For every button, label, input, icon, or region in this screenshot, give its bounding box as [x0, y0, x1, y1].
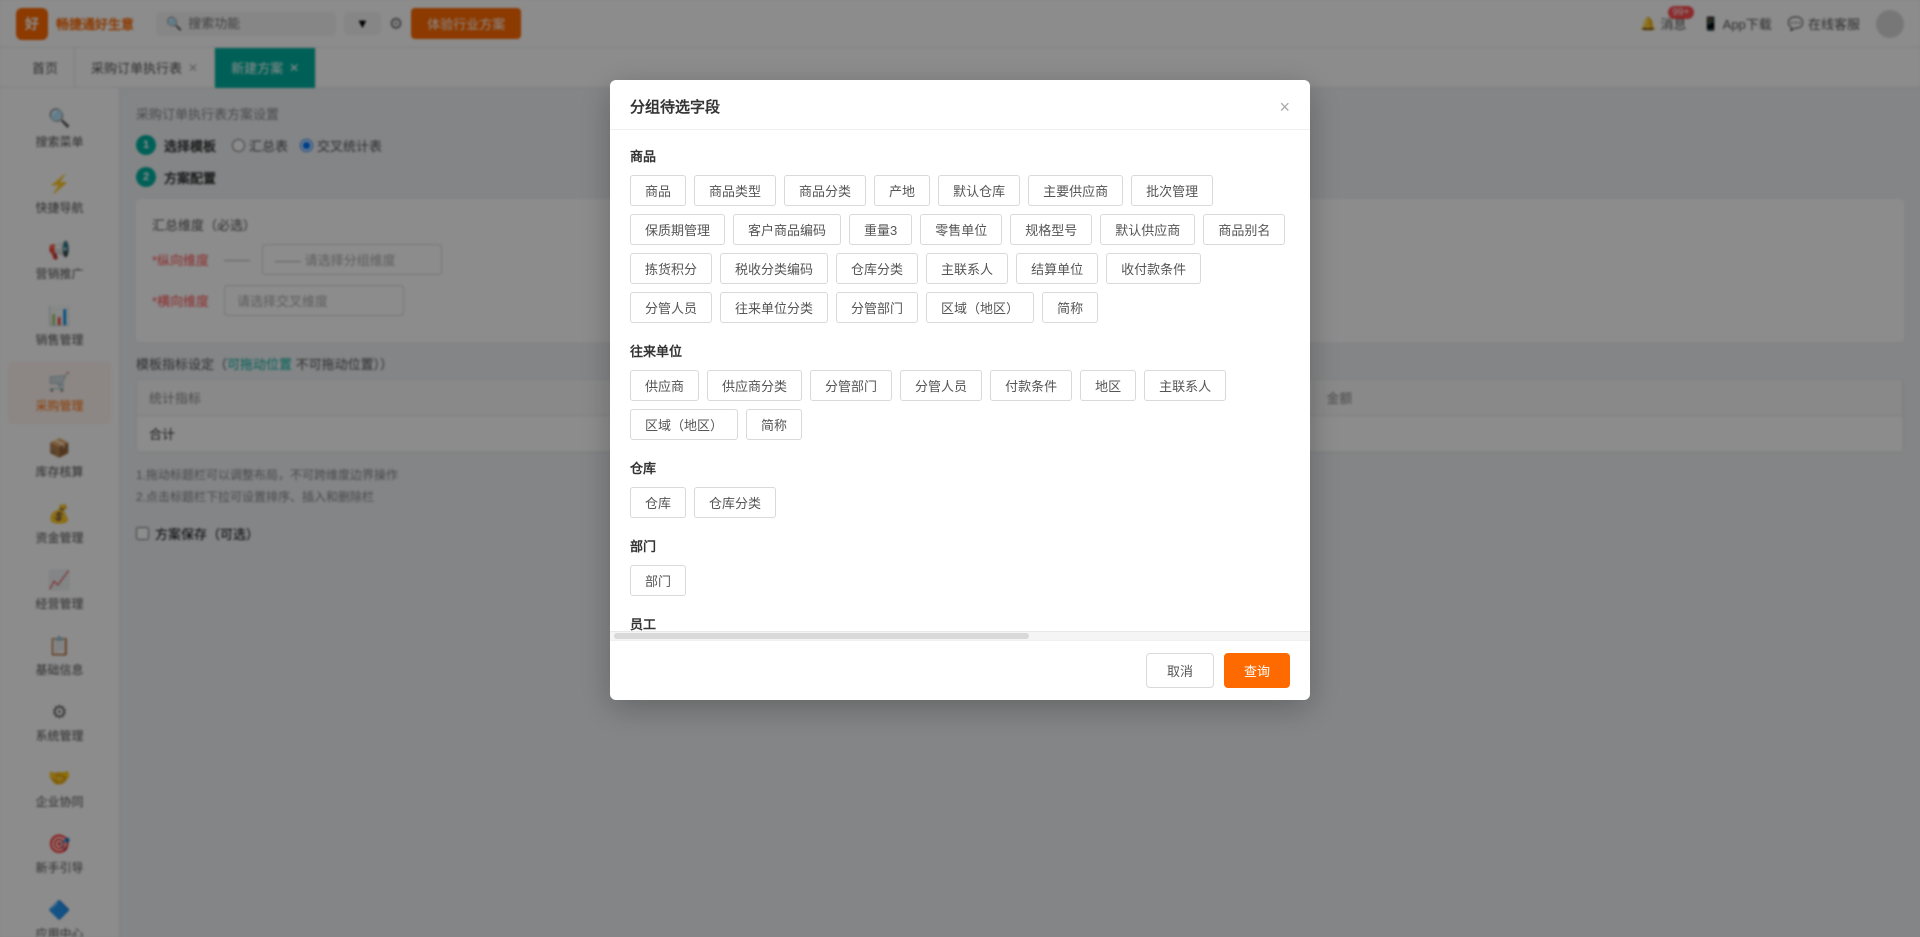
field-tag-0-0[interactable]: 商品	[630, 175, 686, 206]
modal-scroll-bottom	[610, 631, 1310, 640]
field-tag-0-3[interactable]: 产地	[874, 175, 930, 206]
confirm-btn[interactable]: 查询	[1224, 653, 1290, 688]
field-tags-1: 供应商供应商分类分管部门分管人员付款条件地区主联系人区域（地区） 简称	[630, 370, 1290, 440]
modal-body[interactable]: 商品商品商品类型商品分类产地默认仓库主要供应商批次管理保质期管理客户商品编码重量…	[610, 130, 1310, 631]
field-group-1: 往来单位供应商供应商分类分管部门分管人员付款条件地区主联系人区域（地区） 简称	[630, 341, 1290, 440]
field-tags-2: 仓库仓库分类	[630, 487, 1290, 518]
field-group-title-1: 往来单位	[630, 341, 1290, 360]
field-tag-0-19[interactable]: 收付款条件	[1106, 253, 1201, 284]
field-tag-0-8[interactable]: 客户商品编码	[733, 214, 841, 245]
field-tag-0-14[interactable]: 拣货积分	[630, 253, 712, 284]
field-tag-0-1[interactable]: 商品类型	[694, 175, 776, 206]
field-tag-0-10[interactable]: 零售单位	[920, 214, 1002, 245]
field-tags-3: 部门	[630, 565, 1290, 596]
field-group-title-3: 部门	[630, 536, 1290, 555]
field-tag-1-8[interactable]: 简称	[746, 409, 802, 440]
field-tag-0-6[interactable]: 批次管理	[1131, 175, 1213, 206]
field-tag-0-23[interactable]: 区域（地区）	[926, 292, 1034, 323]
field-tag-1-0[interactable]: 供应商	[630, 370, 699, 401]
modal-header: 分组待选字段 ×	[610, 80, 1310, 130]
field-tag-1-3[interactable]: 分管人员	[900, 370, 982, 401]
field-tag-3-0[interactable]: 部门	[630, 565, 686, 596]
modal-scroll-bar	[614, 633, 1029, 639]
field-tag-0-2[interactable]: 商品分类	[784, 175, 866, 206]
field-tag-0-22[interactable]: 分管部门	[836, 292, 918, 323]
field-group-3: 部门部门	[630, 536, 1290, 596]
field-tag-0-17[interactable]: 主联系人	[926, 253, 1008, 284]
field-tag-0-5[interactable]: 主要供应商	[1028, 175, 1123, 206]
modal-close-btn[interactable]: ×	[1279, 98, 1290, 116]
field-tag-0-20[interactable]: 分管人员	[630, 292, 712, 323]
cancel-btn[interactable]: 取消	[1146, 653, 1214, 688]
field-tag-0-9[interactable]: 重量3	[849, 214, 912, 245]
field-tag-1-7[interactable]: 区域（地区）	[630, 409, 738, 440]
field-tag-0-21[interactable]: 往来单位分类	[720, 292, 828, 323]
field-tag-0-16[interactable]: 仓库分类	[836, 253, 918, 284]
field-tag-0-7[interactable]: 保质期管理	[630, 214, 725, 245]
field-tag-1-1[interactable]: 供应商分类	[707, 370, 802, 401]
field-select-modal: 分组待选字段 × 商品商品商品类型商品分类产地默认仓库主要供应商批次管理保质期管…	[610, 80, 1310, 700]
field-tag-0-11[interactable]: 规格型号	[1010, 214, 1092, 245]
field-tags-0: 商品商品类型商品分类产地默认仓库主要供应商批次管理保质期管理客户商品编码重量3 零…	[630, 175, 1290, 323]
modal-footer: 取消 查询	[610, 640, 1310, 700]
field-tag-1-4[interactable]: 付款条件	[990, 370, 1072, 401]
field-tag-0-12[interactable]: 默认供应商	[1100, 214, 1195, 245]
field-group-title-2: 仓库	[630, 458, 1290, 477]
field-group-2: 仓库仓库仓库分类	[630, 458, 1290, 518]
field-tag-2-1[interactable]: 仓库分类	[694, 487, 776, 518]
field-group-title-0: 商品	[630, 146, 1290, 165]
field-tag-1-5[interactable]: 地区	[1080, 370, 1136, 401]
field-group-0: 商品商品商品类型商品分类产地默认仓库主要供应商批次管理保质期管理客户商品编码重量…	[630, 146, 1290, 323]
field-tag-0-18[interactable]: 结算单位	[1016, 253, 1098, 284]
field-tag-0-15[interactable]: 税收分类编码	[720, 253, 828, 284]
modal-title: 分组待选字段	[630, 96, 720, 117]
field-group-4: 员工业务员	[630, 614, 1290, 631]
field-tag-0-13[interactable]: 商品别名	[1203, 214, 1285, 245]
field-tag-2-0[interactable]: 仓库	[630, 487, 686, 518]
field-group-title-4: 员工	[630, 614, 1290, 631]
field-tag-0-24[interactable]: 简称	[1042, 292, 1098, 323]
field-tag-0-4[interactable]: 默认仓库	[938, 175, 1020, 206]
field-tag-1-2[interactable]: 分管部门	[810, 370, 892, 401]
field-tag-1-6[interactable]: 主联系人	[1144, 370, 1226, 401]
